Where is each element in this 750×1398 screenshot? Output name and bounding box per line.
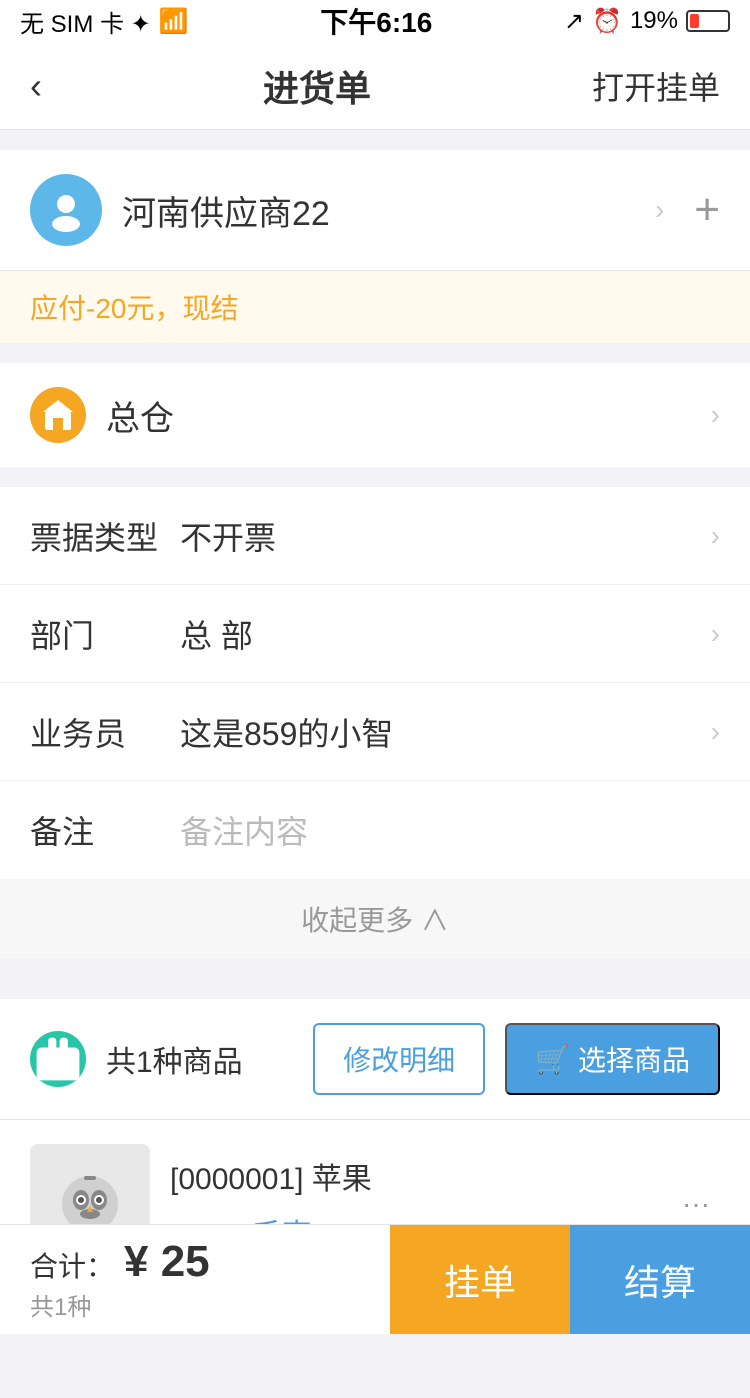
bottom-total: 合计： ¥ 25 共1种 xyxy=(0,1225,390,1334)
warehouse-row[interactable]: 总仓 › xyxy=(0,363,750,467)
department-chevron-icon: › xyxy=(711,618,720,650)
product-name: [0000001] 苹果 xyxy=(170,1154,652,1198)
status-bar: 无 SIM 卡 ✦ 📶 下午6:16 ↗ ⏰ 19% xyxy=(0,0,750,42)
supplier-chevron-icon: › xyxy=(655,194,664,226)
select-product-button[interactable]: 🛒 选择商品 xyxy=(505,1023,720,1095)
salesman-row[interactable]: 业务员 这是859的小智 › xyxy=(0,683,750,781)
product-code: [0000001] xyxy=(170,1163,312,1196)
department-label: 部门 xyxy=(30,611,160,657)
supplier-row[interactable]: 河南供应商22 › + xyxy=(0,150,750,271)
product-more-button[interactable]: ··· xyxy=(672,1178,720,1230)
status-right: ↗ ⏰ 19% xyxy=(564,7,730,36)
product-title: 苹果 xyxy=(312,1163,372,1196)
status-time: 下午6:16 xyxy=(320,1,432,41)
location-icon: ↗ xyxy=(564,7,584,36)
page-title: 进货单 xyxy=(263,60,371,112)
warehouse-chevron-icon: › xyxy=(711,399,720,431)
bottom-bar: 合计： ¥ 25 共1种 挂单 结算 xyxy=(0,1224,750,1334)
cart-icon: 🛒 xyxy=(535,1043,570,1076)
products-icon xyxy=(30,1031,86,1087)
hang-label: 挂单 xyxy=(444,1254,516,1306)
divider-2 xyxy=(0,959,750,979)
remark-label: 备注 xyxy=(30,807,160,853)
department-value: 总 部 xyxy=(160,611,711,657)
nav-bar: ‹ 进货单 打开挂单 xyxy=(0,42,750,130)
checkout-label: 结算 xyxy=(624,1254,696,1306)
salesman-label: 业务员 xyxy=(30,709,160,755)
battery-percent: 19% xyxy=(630,7,678,35)
back-button[interactable]: ‹ xyxy=(30,65,42,107)
total-amount: ¥ 25 xyxy=(124,1237,210,1287)
invoice-type-row[interactable]: 票据类型 不开票 › xyxy=(0,487,750,585)
wifi-icon: 📶 xyxy=(159,7,189,36)
open-hang-button[interactable]: 打开挂单 xyxy=(592,63,720,109)
warehouse-card: 总仓 › xyxy=(0,363,750,467)
divider-1 xyxy=(0,343,750,363)
total-sub: 共1种 xyxy=(30,1287,360,1322)
products-header: 共1种商品 修改明细 🛒 选择商品 xyxy=(0,999,750,1120)
battery-icon xyxy=(686,10,730,32)
warehouse-name: 总仓 xyxy=(106,391,711,440)
collapse-label: 收起更多 ∧ xyxy=(301,899,449,939)
supplier-name: 河南供应商22 xyxy=(122,186,655,235)
hang-button[interactable]: 挂单 xyxy=(390,1225,570,1334)
sim-label: 无 SIM 卡 ✦ xyxy=(20,4,151,39)
remark-row[interactable]: 备注 备注内容 xyxy=(0,781,750,879)
checkout-button[interactable]: 结算 xyxy=(570,1225,750,1334)
products-count-label: 共1种商品 xyxy=(106,1037,293,1081)
edit-detail-button[interactable]: 修改明细 xyxy=(313,1023,485,1095)
total-label: 合计： xyxy=(30,1245,114,1285)
invoice-chevron-icon: › xyxy=(711,520,720,552)
supplier-card: 河南供应商22 › + 应付-20元，现结 xyxy=(0,150,750,343)
salesman-chevron-icon: › xyxy=(711,716,720,748)
form-section: 票据类型 不开票 › 部门 总 部 › 业务员 这是859的小智 › 备注 备注… xyxy=(0,487,750,879)
invoice-type-value: 不开票 xyxy=(160,513,711,559)
remark-input[interactable]: 备注内容 xyxy=(160,807,720,853)
add-supplier-button[interactable]: + xyxy=(694,188,720,232)
invoice-type-label: 票据类型 xyxy=(30,513,160,559)
salesman-value: 这是859的小智 xyxy=(160,709,711,755)
notice-banner: 应付-20元，现结 xyxy=(0,271,750,343)
status-left: 无 SIM 卡 ✦ 📶 xyxy=(20,4,189,39)
top-divider xyxy=(0,130,750,150)
alarm-icon: ⏰ xyxy=(592,7,622,36)
department-row[interactable]: 部门 总 部 › xyxy=(0,585,750,683)
warehouse-icon xyxy=(30,387,86,443)
supplier-avatar xyxy=(30,174,102,246)
collapse-button[interactable]: 收起更多 ∧ xyxy=(0,879,750,959)
select-product-label: 选择商品 xyxy=(578,1039,690,1079)
